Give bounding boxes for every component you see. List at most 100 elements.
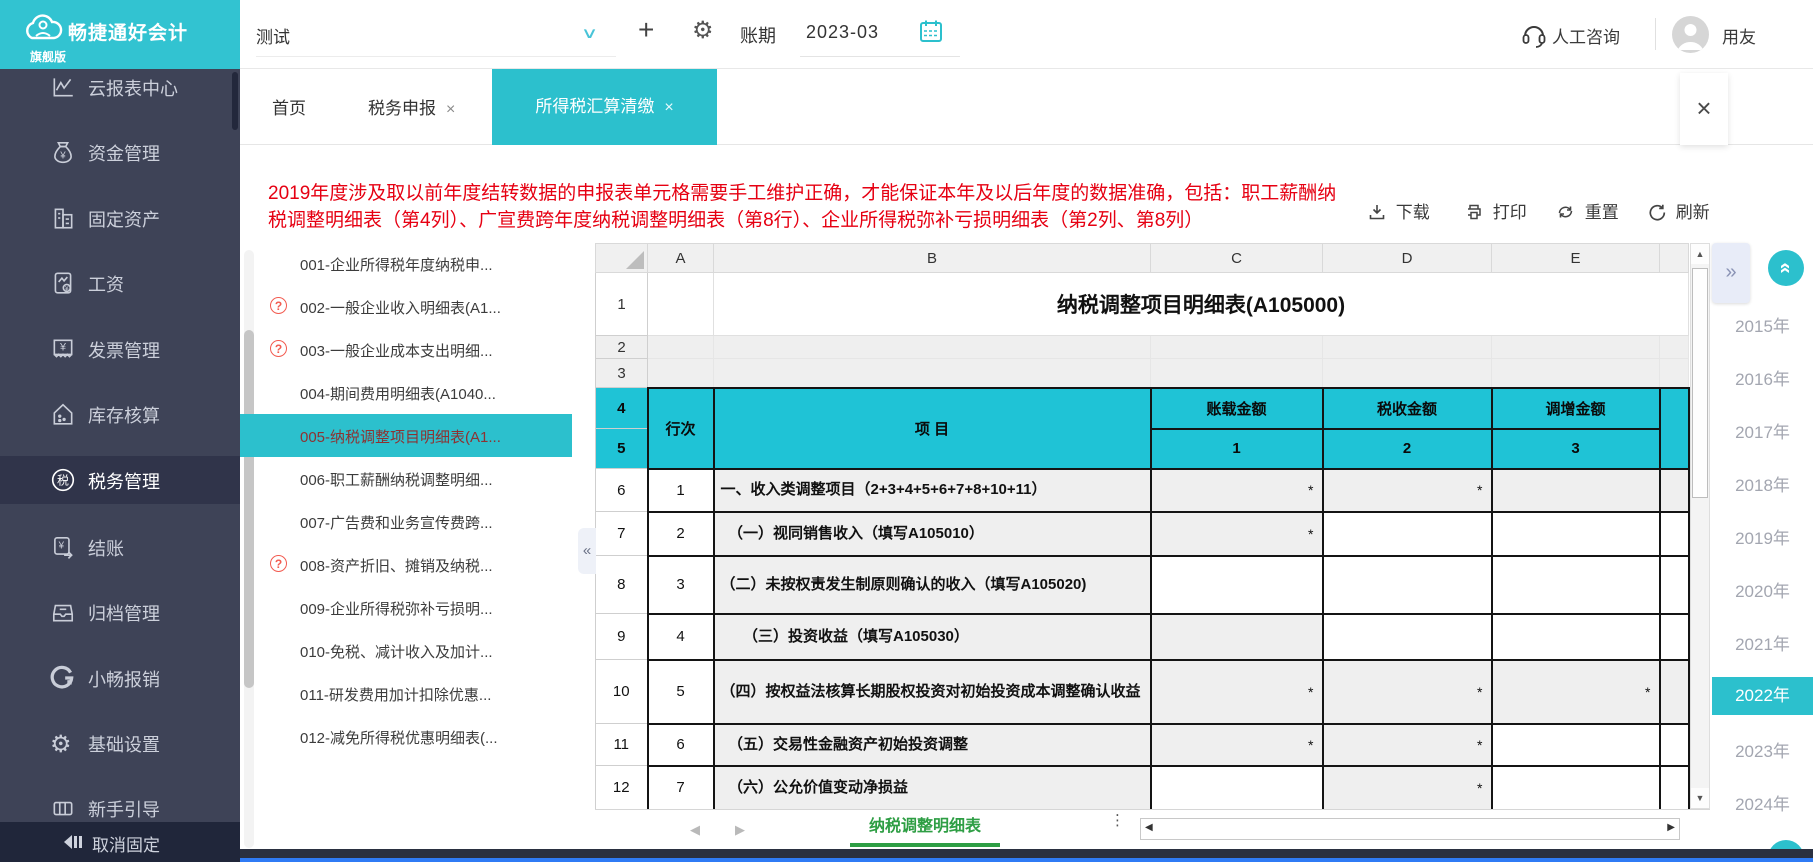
form-item-005-selected[interactable]: 005-纳税调整项目明细表(A1... xyxy=(238,414,572,457)
sheet-vscrollbar-thumb[interactable] xyxy=(1692,268,1708,498)
sheet-tab-next-icon[interactable]: ▶ xyxy=(735,822,745,838)
username[interactable]: 用友 xyxy=(1722,23,1756,48)
value-cell[interactable] xyxy=(1149,554,1324,615)
value-cell[interactable]: * xyxy=(1149,510,1324,557)
value-cell[interactable] xyxy=(1490,554,1661,615)
refresh-button[interactable]: 刷新 xyxy=(1648,198,1710,224)
form-item-006[interactable]: 006-职工薪酬纳税调整明细... xyxy=(238,457,572,500)
chevron-down-icon[interactable]: ∨ xyxy=(581,24,599,42)
row-header-1[interactable]: 1 xyxy=(595,272,648,336)
cell-c2[interactable] xyxy=(1150,335,1323,359)
sheet-vscrollbar[interactable]: ▲ ▼ xyxy=(1690,243,1710,809)
avatar[interactable] xyxy=(1672,16,1709,53)
sidebar-item-expense[interactable]: 小畅报销 xyxy=(0,654,240,702)
years-scroll-up-button[interactable]: « xyxy=(1768,250,1804,286)
cell-f[interactable] xyxy=(1658,467,1690,513)
value-cell[interactable] xyxy=(1490,510,1661,557)
line-number[interactable]: 1 xyxy=(646,467,715,513)
calendar-icon[interactable] xyxy=(918,18,944,44)
row-header-5[interactable]: 5 xyxy=(595,428,648,469)
value-cell[interactable] xyxy=(1490,722,1661,767)
sidebar-item-cloud-reports[interactable]: 云报表中心 xyxy=(0,63,240,111)
unpin-sidebar-button[interactable]: 取消固定 xyxy=(0,822,240,862)
row-header-4[interactable]: 4 xyxy=(595,387,648,429)
value-cell[interactable]: * xyxy=(1149,722,1324,767)
scroll-up-button[interactable]: ▲ xyxy=(1691,244,1709,264)
download-button[interactable]: 下载 xyxy=(1368,198,1430,224)
cell-f[interactable] xyxy=(1658,612,1690,661)
value-cell[interactable]: * xyxy=(1321,764,1493,811)
value-cell[interactable] xyxy=(1321,612,1493,661)
live-consult-link[interactable]: 人工咨询 xyxy=(1552,23,1620,48)
cell-f[interactable] xyxy=(1658,764,1690,811)
cell-d2[interactable] xyxy=(1322,335,1492,359)
row-header-8[interactable]: 8 xyxy=(595,555,648,614)
form-item-003[interactable]: ? 003-一般企业成本支出明细... xyxy=(238,328,572,371)
item-cell[interactable]: （一）视同销售收入（填写A105010） xyxy=(712,510,1152,557)
year-2021[interactable]: 2021年 xyxy=(1712,618,1813,671)
row-header-11[interactable]: 11 xyxy=(595,723,648,766)
row-header-10[interactable]: 10 xyxy=(595,659,648,724)
scroll-left-button[interactable]: ◀ xyxy=(1145,822,1153,833)
year-2022-selected[interactable]: 2022年 xyxy=(1712,677,1813,715)
year-2020[interactable]: 2020年 xyxy=(1712,565,1813,618)
sheet-tab-prev-icon[interactable]: ◀ xyxy=(690,822,700,838)
cell-f[interactable] xyxy=(1658,554,1690,615)
print-button[interactable]: 打印 xyxy=(1465,198,1527,224)
cell-d3[interactable] xyxy=(1322,358,1492,388)
sidebar-item-settings[interactable]: ⚙ 基础设置 xyxy=(0,719,240,767)
settings-gear-icon[interactable]: ⚙ xyxy=(692,16,714,45)
cell-f2[interactable] xyxy=(1659,335,1689,359)
year-2019[interactable]: 2019年 xyxy=(1712,512,1813,565)
cell-f[interactable] xyxy=(1658,722,1690,767)
sheet-title[interactable]: 纳税调整项目明细表(A105000) xyxy=(713,272,1689,336)
tab-home[interactable]: 首页 xyxy=(272,94,306,119)
header-book-amount[interactable]: 账载金额 xyxy=(1149,386,1324,430)
reset-button[interactable]: 重置 xyxy=(1556,198,1619,224)
cell-a2[interactable] xyxy=(647,335,714,359)
sidebar-item-archive[interactable]: 归档管理 xyxy=(0,588,240,636)
line-number[interactable]: 6 xyxy=(646,722,715,767)
sidebar-item-payroll[interactable]: ¥ 工资 xyxy=(0,259,240,307)
line-number[interactable]: 7 xyxy=(646,764,715,811)
cell-e3[interactable] xyxy=(1491,358,1660,388)
column-header-c[interactable]: C xyxy=(1150,243,1323,273)
item-cell[interactable]: （三）投资收益（填写A105030） xyxy=(712,612,1152,661)
header-f-partial[interactable] xyxy=(1658,386,1690,470)
value-cell[interactable] xyxy=(1149,764,1324,811)
form-item-001[interactable]: 001-企业所得税年度纳税申... xyxy=(238,242,572,285)
form-item-010[interactable]: 010-免税、减计收入及加计... xyxy=(238,629,572,672)
row-header-3[interactable]: 3 xyxy=(595,358,648,388)
value-cell[interactable]: * xyxy=(1490,658,1661,725)
value-cell[interactable] xyxy=(1490,612,1661,661)
year-2015[interactable]: 2015年 xyxy=(1712,300,1813,353)
column-header-f-partial[interactable] xyxy=(1659,243,1689,273)
item-cell[interactable]: （四）按权益法核算长期股权投资对初始投资成本调整确认收益 xyxy=(712,658,1152,725)
sheet-tab-more-icon[interactable]: ⋮ xyxy=(1110,813,1125,828)
header-col-number-2[interactable]: 2 xyxy=(1321,427,1493,470)
period-value[interactable]: 2023-03 xyxy=(806,22,879,43)
column-header-d[interactable]: D xyxy=(1322,243,1492,273)
line-number[interactable]: 3 xyxy=(646,554,715,615)
expand-right-panel-handle[interactable]: » xyxy=(1712,243,1750,303)
sidebar-item-tax[interactable]: 税 税务管理 xyxy=(0,456,240,504)
add-account-button[interactable]: + xyxy=(638,14,654,46)
year-2018[interactable]: 2018年 xyxy=(1712,459,1813,512)
form-item-009[interactable]: 009-企业所得税弥补亏损明... xyxy=(238,586,572,629)
cell-c3[interactable] xyxy=(1150,358,1323,388)
value-cell[interactable]: * xyxy=(1321,722,1493,767)
row-header-9[interactable]: 9 xyxy=(595,613,648,660)
sidebar-item-fixed-assets[interactable]: 固定资产 xyxy=(0,194,240,242)
header-col-number-1[interactable]: 1 xyxy=(1149,427,1324,470)
header-item-col[interactable]: 项 目 xyxy=(712,386,1152,470)
cell-a3[interactable] xyxy=(647,358,714,388)
cell-f[interactable] xyxy=(1658,658,1690,725)
row-header-7[interactable]: 7 xyxy=(595,511,648,556)
form-item-007[interactable]: 007-广告费和业务宣传费跨... xyxy=(238,500,572,543)
headset-icon[interactable] xyxy=(1520,20,1548,50)
header-increase-amount[interactable]: 调增金额 xyxy=(1490,386,1661,430)
item-cell[interactable]: （二）未按权责发生制原则确认的收入（填写A105020) xyxy=(712,554,1152,615)
row-header-12[interactable]: 12 xyxy=(595,765,648,810)
value-cell[interactable]: * xyxy=(1321,658,1493,725)
year-2016[interactable]: 2016年 xyxy=(1712,353,1813,406)
